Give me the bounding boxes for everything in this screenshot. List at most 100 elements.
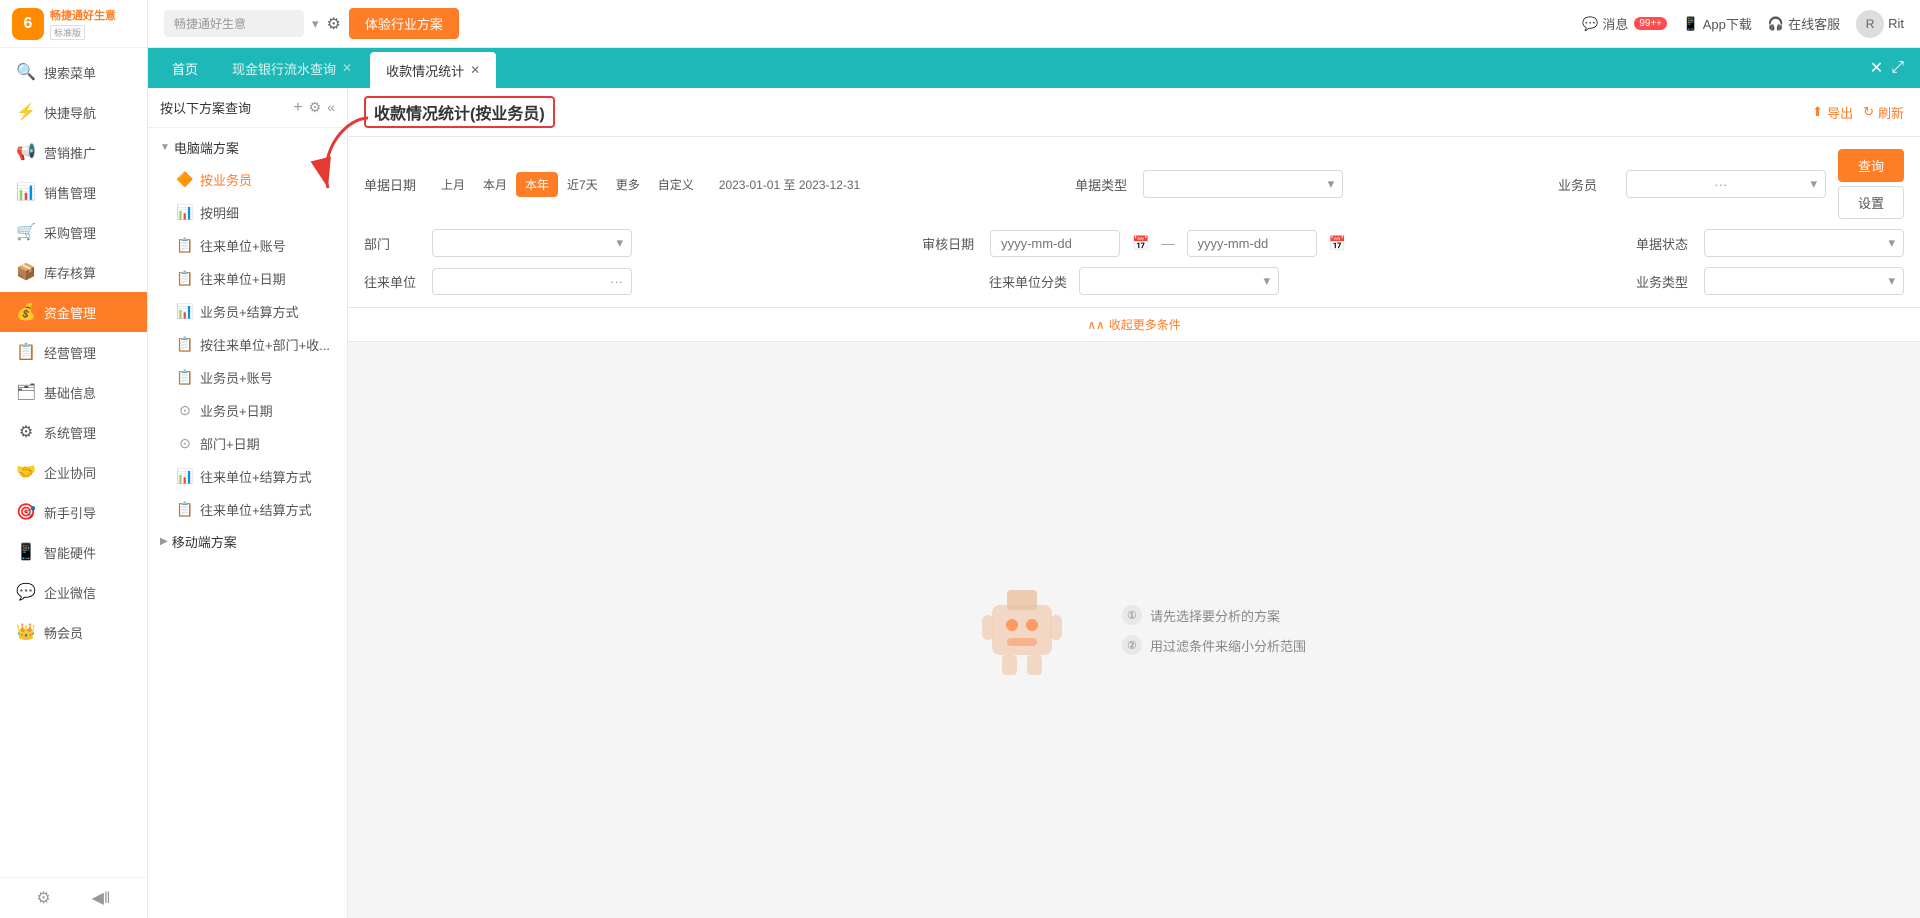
nav-icon-wechat: 💬 [16,582,36,602]
sidebar-item-inventory[interactable]: 📦库存核算 [0,252,147,292]
scheme-item-customer-method2[interactable]: 📋 往来单位+结算方式 [148,493,347,526]
sidebar-item-member[interactable]: 👑畅会员 [0,612,147,652]
scheme-item-dept-date[interactable]: ⊙ 部门+日期 [148,427,347,460]
date-tab-last7[interactable]: 近7天 [558,172,607,197]
dept-select[interactable]: ▾ [432,229,632,257]
business-type-select[interactable]: ▾ [1704,267,1904,295]
tab-collection-stat-close[interactable]: ✕ [470,63,480,77]
settings-button[interactable]: 设置 [1838,186,1904,219]
collapse-bar[interactable]: ∧∧ 收起更多条件 [348,308,1920,342]
review-date-label: 审核日期 [922,234,978,253]
filter-row-2: 部门 ▾ 审核日期 📅 — 📅 单据状态 ▾ [364,229,1904,257]
date-tab-last-month[interactable]: 上月 [432,172,474,197]
nav-icon-enterprise: 🤝 [16,462,36,482]
app-download-icon: 📱 [1683,16,1699,32]
calendar-from-icon[interactable]: 📅 [1132,235,1149,252]
salesperson-select[interactable]: ··· ▾ [1626,170,1826,198]
nav-label-enterprise: 企业协同 [44,463,96,482]
sidebar-item-smart-hw[interactable]: 📱智能硬件 [0,532,147,572]
sidebar-collapse-icon[interactable]: ◀‖ [92,888,111,908]
tab-collection-stat[interactable]: 收款情况统计 ✕ [370,52,496,88]
empty-illustration [962,570,1082,690]
page-title-box: 收款情况统计(按业务员) [364,96,555,128]
topbar-settings-icon[interactable]: ⚙ [327,14,341,34]
sidebar-item-system[interactable]: ⚙系统管理 [0,412,147,452]
empty-step-1: ① 请先选择要分析的方案 [1122,605,1306,625]
left-panel-header-actions: + ⚙ « [293,99,335,117]
left-panel-title: 按以下方案查询 [160,98,251,117]
group-label-mobile: 移动端方案 [172,532,237,551]
scheme-item-salesperson-date[interactable]: ⊙ 业务员+日期 [148,394,347,427]
doc-type-select[interactable]: ▾ [1143,170,1343,198]
scheme-icon-salesperson-date: ⊙ [176,402,194,419]
sidebar-bottom: ⚙ ◀‖ [0,877,147,918]
sidebar-item-enterprise[interactable]: 🤝 企业协同 [0,452,147,492]
left-panel-header: 按以下方案查询 + ⚙ « [148,88,347,128]
business-type-arrow: ▾ [1888,273,1895,289]
app-download-item[interactable]: 📱 App下载 [1683,14,1752,33]
scheme-item-customer-method1[interactable]: 📊 往来单位+结算方式 [148,460,347,493]
trial-button[interactable]: 体验行业方案 [349,8,459,39]
calendar-to-icon[interactable]: 📅 [1329,235,1346,252]
scheme-item-customer-date[interactable]: 📋 往来单位+日期 [148,262,347,295]
user-avatar-item[interactable]: R Rit [1856,10,1904,38]
customer-category-arrow: ▾ [1263,273,1270,289]
nav-icon-marketing: 📢 [16,142,36,162]
export-button[interactable]: ⬆ 导出 [1812,103,1853,122]
customer-category-select[interactable]: ▾ [1079,267,1279,295]
sidebar-item-operation[interactable]: 📋经营管理 [0,332,147,372]
tabbar: 首页 现金银行流水查询 ✕ 收款情况统计 ✕ ✕ ⤢ [148,48,1920,88]
tab-bank-flow[interactable]: 现金银行流水查询 ✕ [216,48,368,88]
tabbar-expand-icon[interactable]: ⤢ [1891,59,1904,77]
scheme-item-salesperson-method[interactable]: 📊 业务员+结算方式 [148,295,347,328]
scheme-collapse-icon[interactable]: « [327,99,335,117]
sidebar-item-marketing[interactable]: 📢 营销推广 [0,132,147,172]
sidebar-item-sales[interactable]: 📊销售管理 [0,172,147,212]
date-tab-custom[interactable]: 自定义 [649,172,703,197]
tab-home[interactable]: 首页 [156,48,214,88]
scheme-item-customer-dept[interactable]: 📋 按往来单位+部门+收... [148,328,347,361]
collapse-label: 收起更多条件 [1109,316,1181,333]
date-tab-more[interactable]: 更多 [607,172,649,197]
nav-label-sales: 销售管理 [44,183,96,202]
sidebar-item-search-menu[interactable]: 🔍搜索菜单 [0,52,147,92]
step-1-label: 请先选择要分析的方案 [1150,606,1280,625]
tabbar-close-icon[interactable]: ✕ [1870,58,1883,78]
nav-icon-member: 👑 [16,622,36,642]
tab-bank-flow-close[interactable]: ✕ [342,61,352,75]
nav-icon-quick-nav: ⚡ [16,102,36,122]
topbar-search-display: 畅捷通好生意 [164,10,304,37]
review-date-to-input[interactable] [1187,230,1317,257]
refresh-button[interactable]: ↻ 刷新 [1863,103,1904,122]
customer-select[interactable]: ··· [432,268,632,295]
doc-status-select[interactable]: ▾ [1704,229,1904,257]
message-label: 消息 [1602,14,1628,33]
scheme-group-mobile[interactable]: ▶ 移动端方案 [148,526,347,557]
date-tab-this-year[interactable]: 本年 [516,172,558,197]
empty-area: ① 请先选择要分析的方案 ② 用过滤条件来缩小分析范围 [348,342,1920,918]
scheme-item-salesperson-account[interactable]: 📋 业务员+账号 [148,361,347,394]
sidebar-item-quick-nav[interactable]: ⚡快捷导航 [0,92,147,132]
scheme-item-by-detail[interactable]: 📊 按明细 [148,196,347,229]
query-button[interactable]: 查询 [1838,149,1904,182]
add-scheme-icon[interactable]: + [293,99,302,117]
sidebar-item-base-info[interactable]: 🗂基础信息 [0,372,147,412]
review-date-from-input[interactable] [990,230,1120,257]
scheme-item-customer-account[interactable]: 📋 往来单位+账号 [148,229,347,262]
date-tab-this-month[interactable]: 本月 [474,172,516,197]
sidebar-settings-icon[interactable]: ⚙ [36,888,50,908]
online-service-item[interactable]: 🎧 在线客服 [1768,14,1840,33]
sidebar-item-wechat[interactable]: 💬企业微信 [0,572,147,612]
sidebar-item-purchase[interactable]: 🛒采购管理 [0,212,147,252]
scheme-icon-salesperson-account: 📋 [176,369,194,386]
scheme-settings-icon[interactable]: ⚙ [309,99,322,117]
nav-label-marketing: 营销推广 [44,143,96,162]
sidebar-item-finance[interactable]: 💰资金管理 [0,292,147,332]
nav-icon-finance: 💰 [16,302,36,322]
topbar-dropdown-icon[interactable]: ▾ [312,16,319,32]
scheme-group-desktop[interactable]: ▼ 电脑端方案 [148,132,347,163]
message-item[interactable]: 💬 消息 99++ [1582,14,1666,33]
scheme-icon-dept-date: ⊙ [176,435,194,452]
sidebar-item-guide[interactable]: 🎯新手引导 [0,492,147,532]
scheme-item-by-salesperson[interactable]: 🔶 按业务员 [148,163,347,196]
